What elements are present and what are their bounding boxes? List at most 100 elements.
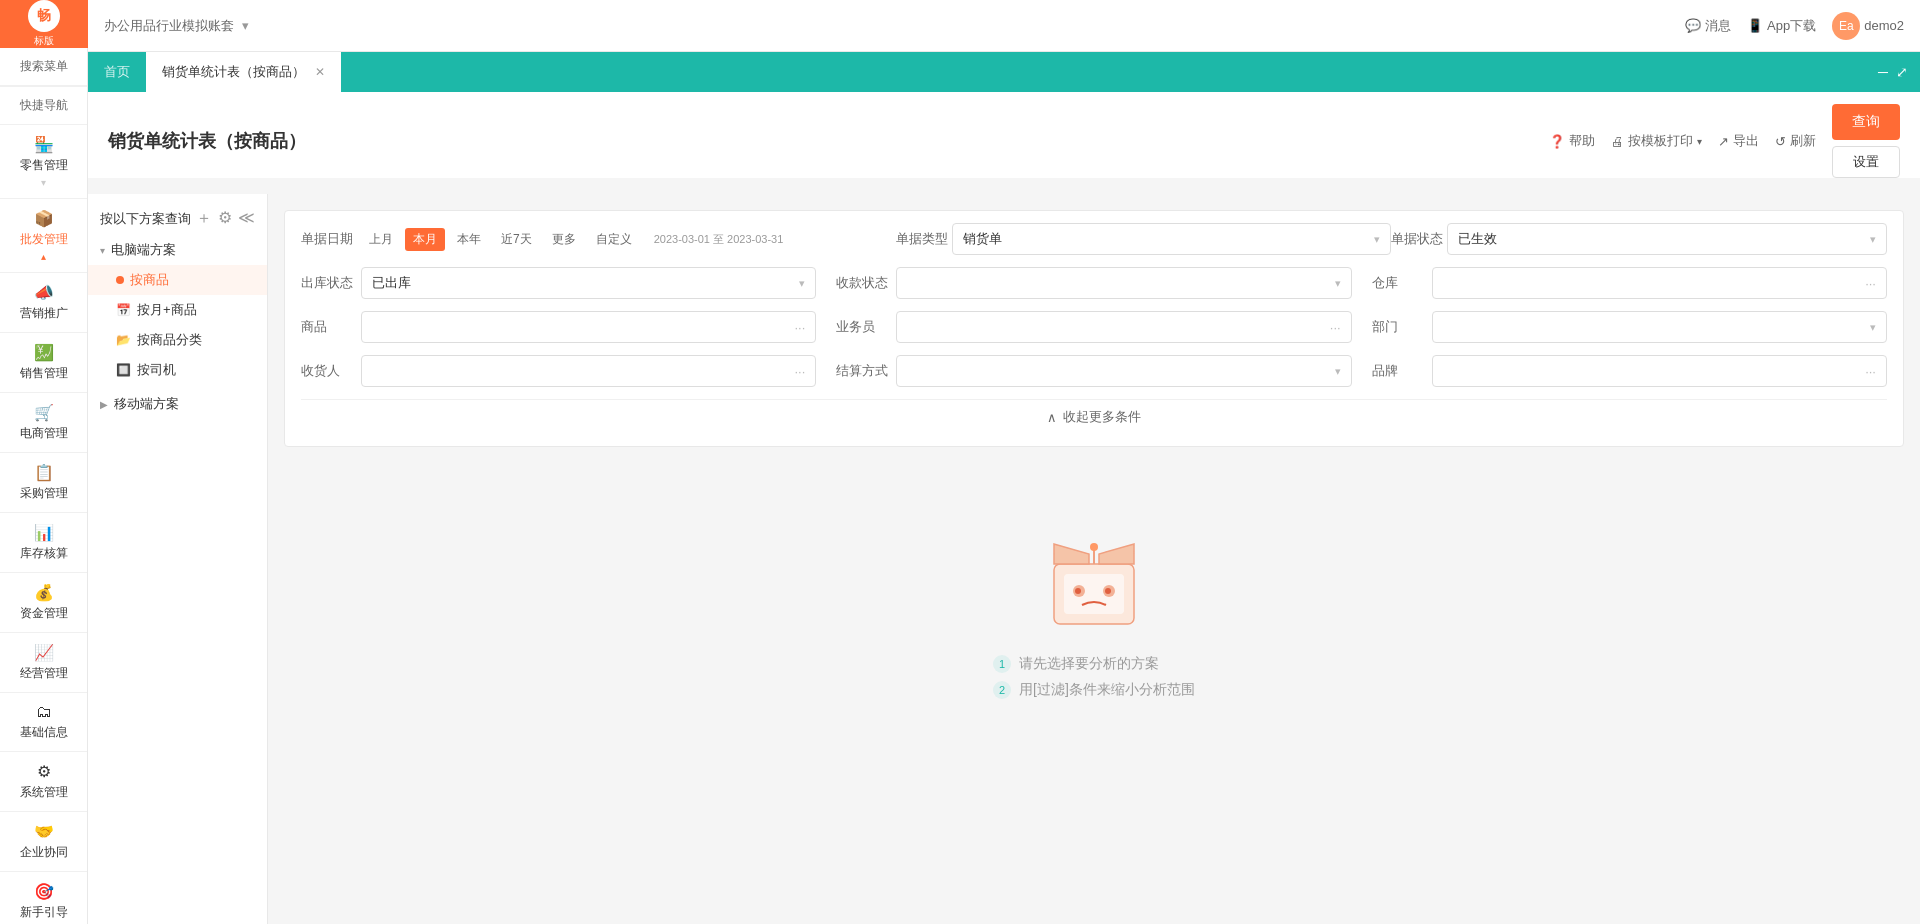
filter-item-date: 单据日期 上月 本月 本年 近7天 更多 自定义 20 [301, 228, 896, 251]
help-button[interactable]: ❓ 帮助 [1549, 132, 1595, 150]
tree-item-by-month-product[interactable]: 📅 按月+商品 [88, 295, 267, 325]
recipient-dots-icon: ··· [794, 364, 805, 379]
basic-icon: 🗂 [36, 703, 52, 721]
query-button[interactable]: 查询 [1832, 104, 1900, 140]
date-tab-more[interactable]: 更多 [544, 228, 584, 251]
sidebar-item-system[interactable]: ⚙ 系统管理 [0, 752, 87, 812]
brand-label: 品牌 [1372, 362, 1432, 380]
date-tabs: 上月 本月 本年 近7天 更多 自定义 [361, 228, 640, 251]
filter-item-recipient: 收货人 ··· [301, 355, 816, 387]
tab-close-icon[interactable]: ✕ [315, 65, 325, 79]
warehouse-control[interactable]: ··· [1432, 267, 1887, 299]
message-icon: 💬 [1685, 18, 1701, 33]
sidebar-item-basic[interactable]: 🗂 基础信息 [0, 693, 87, 752]
sidebar-item-finance[interactable]: 💰 资金管理 [0, 573, 87, 633]
tab-home[interactable]: 首页 [88, 52, 146, 92]
sidebar-item-sales[interactable]: 💹 销售管理 [0, 333, 87, 393]
doc-type-control[interactable]: 销货单 ▾ [952, 223, 1392, 255]
print-arrow-icon: ▾ [1697, 136, 1702, 147]
sidebar-item-purchase[interactable]: 📋 采购管理 [0, 453, 87, 513]
breadcrumb-arrow-icon[interactable]: ▾ [242, 18, 249, 33]
tab-sales-stat[interactable]: 销货单统计表（按商品） ✕ [146, 52, 341, 92]
export-icon: ↗ [1718, 134, 1729, 149]
dept-chevron-icon: ▾ [1870, 321, 1876, 334]
query-area: 单据日期 上月 本月 本年 近7天 更多 自定义 20 [268, 194, 1920, 924]
empty-state: 1 请先选择要分析的方案 2 用[过滤]条件来缩小分析范围 [284, 459, 1904, 759]
template-print-button[interactable]: 🖨 按模板打印 ▾ [1611, 132, 1702, 150]
out-status-control[interactable]: 已出库 ▾ [361, 267, 816, 299]
top-header: 办公用品行业模拟账套 ▾ 💬 消息 📱 App下载 Ea demo2 [88, 0, 1920, 52]
recipient-control[interactable]: ··· [361, 355, 816, 387]
tree-item-by-category[interactable]: 📂 按商品分类 [88, 325, 267, 355]
date-label: 单据日期 [301, 230, 361, 248]
payment-control[interactable]: ▾ [896, 355, 1351, 387]
doc-status-control[interactable]: 已生效 ▾ [1447, 223, 1887, 255]
recipient-label: 收货人 [301, 362, 361, 380]
doc-status-chevron-icon: ▾ [1870, 233, 1876, 246]
query-settings-group: 查询 设置 [1832, 104, 1900, 178]
payment-label: 结算方式 [836, 362, 896, 380]
svg-rect-1 [1064, 574, 1124, 614]
window-controls: ─ ⤢ [1878, 64, 1920, 80]
empty-illustration [1034, 519, 1154, 639]
filter-item-payment: 结算方式 ▾ [836, 355, 1351, 387]
tree-item-by-product[interactable]: 按商品 [88, 265, 267, 295]
quick-nav[interactable]: 快捷导航 [0, 86, 87, 125]
date-tab-custom[interactable]: 自定义 [588, 228, 640, 251]
cashier-icon: 🔲 [116, 363, 131, 377]
app-download-button[interactable]: 📱 App下载 [1747, 17, 1816, 35]
empty-tip-2: 2 用[过滤]条件来缩小分析范围 [993, 681, 1195, 699]
receipt-status-control[interactable]: ▾ [896, 267, 1351, 299]
date-tab-this-year[interactable]: 本年 [449, 228, 489, 251]
date-tab-this-month[interactable]: 本月 [405, 228, 445, 251]
dept-control[interactable]: ▾ [1432, 311, 1887, 343]
minimize-icon[interactable]: ─ [1878, 64, 1888, 80]
product-control[interactable]: ··· [361, 311, 816, 343]
sidebar-item-newbie[interactable]: 🎯 新手引导 [0, 872, 87, 924]
collapse-up-icon: ∧ [1047, 410, 1057, 425]
settings-button[interactable]: 设置 [1832, 146, 1900, 178]
collapse-tree-icon[interactable]: ≪ [238, 208, 255, 229]
tree-section-mobile-header[interactable]: ▶ 移动端方案 [88, 389, 267, 419]
tree-section-pc-header[interactable]: ▾ 电脑端方案 [88, 235, 267, 265]
filter-item-salesperson: 业务员 ··· [836, 311, 1351, 343]
operation-icon: 📈 [34, 643, 54, 662]
doc-status-label: 单据状态 [1391, 230, 1447, 248]
sidebar-item-wholesale[interactable]: 📦 批发管理 ▴ [0, 199, 87, 273]
page-title-bar: 销货单统计表（按商品） ❓ 帮助 🖨 按模板打印 ▾ ↗ 导出 [108, 104, 1900, 178]
sidebar-item-retail[interactable]: 🏪 零售管理 ▾ [0, 125, 87, 199]
salesperson-label: 业务员 [836, 318, 896, 336]
left-tree-panel: 按以下方案查询 ＋ ⚙ ≪ ▾ 电脑端方案 按商品 [88, 194, 268, 924]
date-tab-last-month[interactable]: 上月 [361, 228, 401, 251]
date-range-text: 2023-03-01 至 2023-03-31 [654, 232, 784, 247]
date-tab-7days[interactable]: 近7天 [493, 228, 540, 251]
export-button[interactable]: ↗ 导出 [1718, 132, 1759, 150]
salesperson-control[interactable]: ··· [896, 311, 1351, 343]
brand-control[interactable]: ··· [1432, 355, 1887, 387]
user-profile[interactable]: Ea demo2 [1832, 12, 1904, 40]
filter-item-warehouse: 仓库 ··· [1372, 267, 1887, 299]
tree-item-by-cashier[interactable]: 🔲 按司机 [88, 355, 267, 385]
sidebar-item-ecommerce[interactable]: 🛒 电商管理 [0, 393, 87, 453]
add-scheme-icon[interactable]: ＋ [196, 208, 212, 229]
page-header-area: 销货单统计表（按商品） ❓ 帮助 🖨 按模板打印 ▾ ↗ 导出 [88, 92, 1920, 178]
sidebar-item-operation[interactable]: 📈 经营管理 [0, 633, 87, 693]
settings-scheme-icon[interactable]: ⚙ [218, 208, 232, 229]
sidebar-item-inventory[interactable]: 📊 库存核算 [0, 513, 87, 573]
doc-type-chevron-icon: ▾ [1374, 233, 1380, 246]
sidebar-item-marketing[interactable]: 📣 营销推广 [0, 273, 87, 333]
dept-label: 部门 [1372, 318, 1432, 336]
warehouse-dots-icon: ··· [1865, 276, 1876, 291]
header-right: 💬 消息 📱 App下载 Ea demo2 [1685, 12, 1904, 40]
search-menu[interactable]: 搜索菜单 [0, 48, 87, 86]
collapse-bar[interactable]: ∧ 收起更多条件 [301, 399, 1887, 434]
purchase-icon: 📋 [34, 463, 54, 482]
maximize-icon[interactable]: ⤢ [1896, 64, 1908, 80]
logo-icon: 畅 [28, 0, 60, 32]
sidebar-item-cooperation[interactable]: 🤝 企业协同 [0, 812, 87, 872]
message-button[interactable]: 💬 消息 [1685, 17, 1731, 35]
tree-section-pc: ▾ 电脑端方案 按商品 📅 按月+商品 📂 按商品分类 [88, 235, 267, 385]
ecommerce-icon: 🛒 [34, 403, 54, 422]
page-content: 销货单统计表（按商品） ❓ 帮助 🖨 按模板打印 ▾ ↗ 导出 [88, 92, 1920, 924]
refresh-button[interactable]: ↺ 刷新 [1775, 132, 1816, 150]
